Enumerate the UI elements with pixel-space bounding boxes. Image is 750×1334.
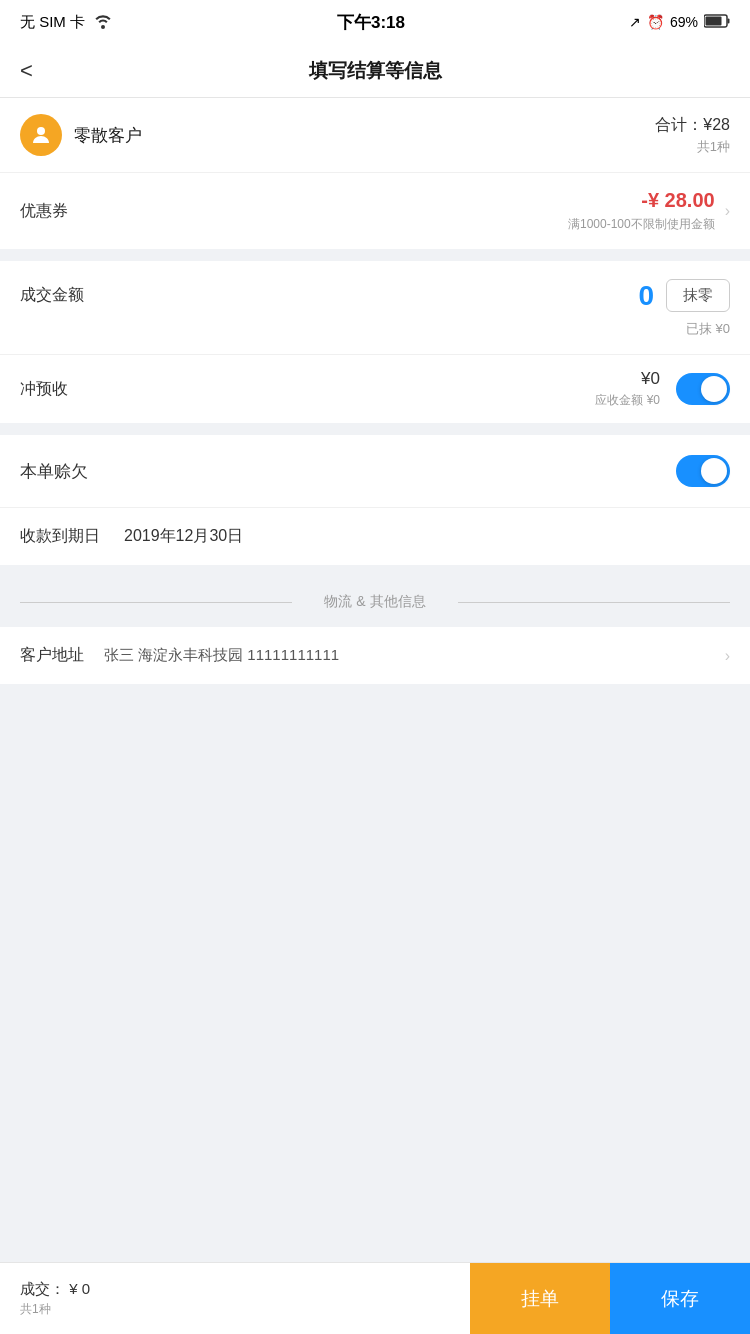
status-bar: 无 SIM 卡 下午3:18 ↗ ⏰ 69% bbox=[0, 0, 750, 44]
debt-label: 本单赊欠 bbox=[20, 460, 88, 483]
address-row[interactable]: 客户地址 张三 海淀永丰科技园 11111111111 › bbox=[0, 627, 750, 684]
nav-bar: < 填写结算等信息 bbox=[0, 44, 750, 98]
transaction-section: 成交金额 0 抹零 已抹 ¥0 冲预收 ¥0 应收金额 ¥0 bbox=[0, 261, 750, 423]
address-value: 张三 海淀永丰科技园 11111111111 bbox=[104, 646, 725, 665]
duedate-row: 收款到期日 2019年12月30日 bbox=[0, 507, 750, 565]
transaction-value: 0 bbox=[638, 280, 654, 312]
bottom-deal-row: 成交： ¥ 0 bbox=[20, 1280, 450, 1299]
transaction-row: 成交金额 0 抹零 bbox=[0, 261, 750, 318]
logistics-title: 物流 & 其他信息 bbox=[324, 593, 425, 611]
pending-button[interactable]: 挂单 bbox=[470, 1263, 610, 1335]
logistics-line-left bbox=[20, 602, 292, 603]
svg-rect-2 bbox=[705, 16, 721, 25]
logistics-line-right bbox=[458, 602, 730, 603]
address-chevron-icon: › bbox=[725, 647, 730, 665]
deal-amount: ¥ 0 bbox=[69, 1280, 90, 1297]
precollect-right: ¥0 应收金额 ¥0 bbox=[595, 369, 730, 409]
address-label: 客户地址 bbox=[20, 645, 84, 666]
status-right: ↗ ⏰ 69% bbox=[629, 14, 730, 31]
status-left: 无 SIM 卡 bbox=[20, 13, 113, 32]
coupon-label: 优惠券 bbox=[20, 201, 68, 222]
debt-toggle[interactable] bbox=[676, 455, 730, 487]
bottom-info: 成交： ¥ 0 共1种 bbox=[0, 1280, 470, 1318]
battery-icon bbox=[704, 14, 730, 31]
precollect-main-amount: ¥0 bbox=[595, 369, 660, 389]
precollect-amounts: ¥0 应收金额 ¥0 bbox=[595, 369, 660, 409]
deal-label: 成交： bbox=[20, 1280, 65, 1297]
battery-text: 69% bbox=[670, 14, 698, 30]
duedate-label: 收款到期日 bbox=[20, 526, 100, 547]
debt-section: 本单赊欠 收款到期日 2019年12月30日 bbox=[0, 435, 750, 565]
bottom-bar: 成交： ¥ 0 共1种 挂单 保存 bbox=[0, 1262, 750, 1334]
wifi-icon bbox=[93, 13, 113, 32]
customer-total: 合计：¥28 共1种 bbox=[655, 115, 730, 156]
avatar bbox=[20, 114, 62, 156]
deducted-row: 已抹 ¥0 bbox=[0, 318, 750, 354]
save-button[interactable]: 保存 bbox=[610, 1263, 750, 1335]
content-area: 零散客户 合计：¥28 共1种 优惠券 -¥ 28.00 满1000-100不限… bbox=[0, 98, 750, 774]
customer-name: 零散客户 bbox=[74, 124, 142, 147]
transaction-label: 成交金额 bbox=[20, 285, 84, 306]
precollect-sub-amount: 应收金额 ¥0 bbox=[595, 392, 660, 409]
total-count-text: 共1种 bbox=[655, 138, 730, 156]
customer-row: 零散客户 合计：¥28 共1种 bbox=[0, 98, 750, 172]
customer-card: 零散客户 合计：¥28 共1种 优惠券 -¥ 28.00 满1000-100不限… bbox=[0, 98, 750, 249]
status-time: 下午3:18 bbox=[337, 11, 405, 34]
svg-rect-1 bbox=[727, 18, 729, 23]
coupon-row[interactable]: 优惠券 -¥ 28.00 满1000-100不限制使用金额 › bbox=[0, 172, 750, 249]
svg-point-3 bbox=[37, 127, 45, 135]
debt-row: 本单赊欠 bbox=[0, 435, 750, 507]
page-title: 填写结算等信息 bbox=[309, 58, 442, 84]
coupon-chevron-icon: › bbox=[725, 202, 730, 220]
bottom-count: 共1种 bbox=[20, 1301, 450, 1318]
coupon-amount: -¥ 28.00 bbox=[568, 189, 715, 212]
round-button[interactable]: 抹零 bbox=[666, 279, 730, 312]
coupon-desc: 满1000-100不限制使用金额 bbox=[568, 216, 715, 233]
precollect-row: 冲预收 ¥0 应收金额 ¥0 bbox=[0, 354, 750, 423]
total-amount-text: 合计：¥28 bbox=[655, 115, 730, 136]
no-sim-text: 无 SIM 卡 bbox=[20, 13, 85, 32]
deducted-text: 已抹 ¥0 bbox=[686, 321, 730, 336]
precollect-label: 冲预收 bbox=[20, 379, 68, 400]
duedate-value: 2019年12月30日 bbox=[124, 526, 243, 547]
back-button[interactable]: < bbox=[20, 58, 33, 84]
logistics-header: 物流 & 其他信息 bbox=[0, 577, 750, 627]
coupon-right: -¥ 28.00 满1000-100不限制使用金额 › bbox=[568, 189, 730, 233]
customer-left: 零散客户 bbox=[20, 114, 142, 156]
location-icon: ↗ bbox=[629, 14, 641, 30]
transaction-value-area: 0 抹零 bbox=[638, 279, 730, 312]
precollect-toggle[interactable] bbox=[676, 373, 730, 405]
alarm-icon: ⏰ bbox=[647, 14, 664, 30]
